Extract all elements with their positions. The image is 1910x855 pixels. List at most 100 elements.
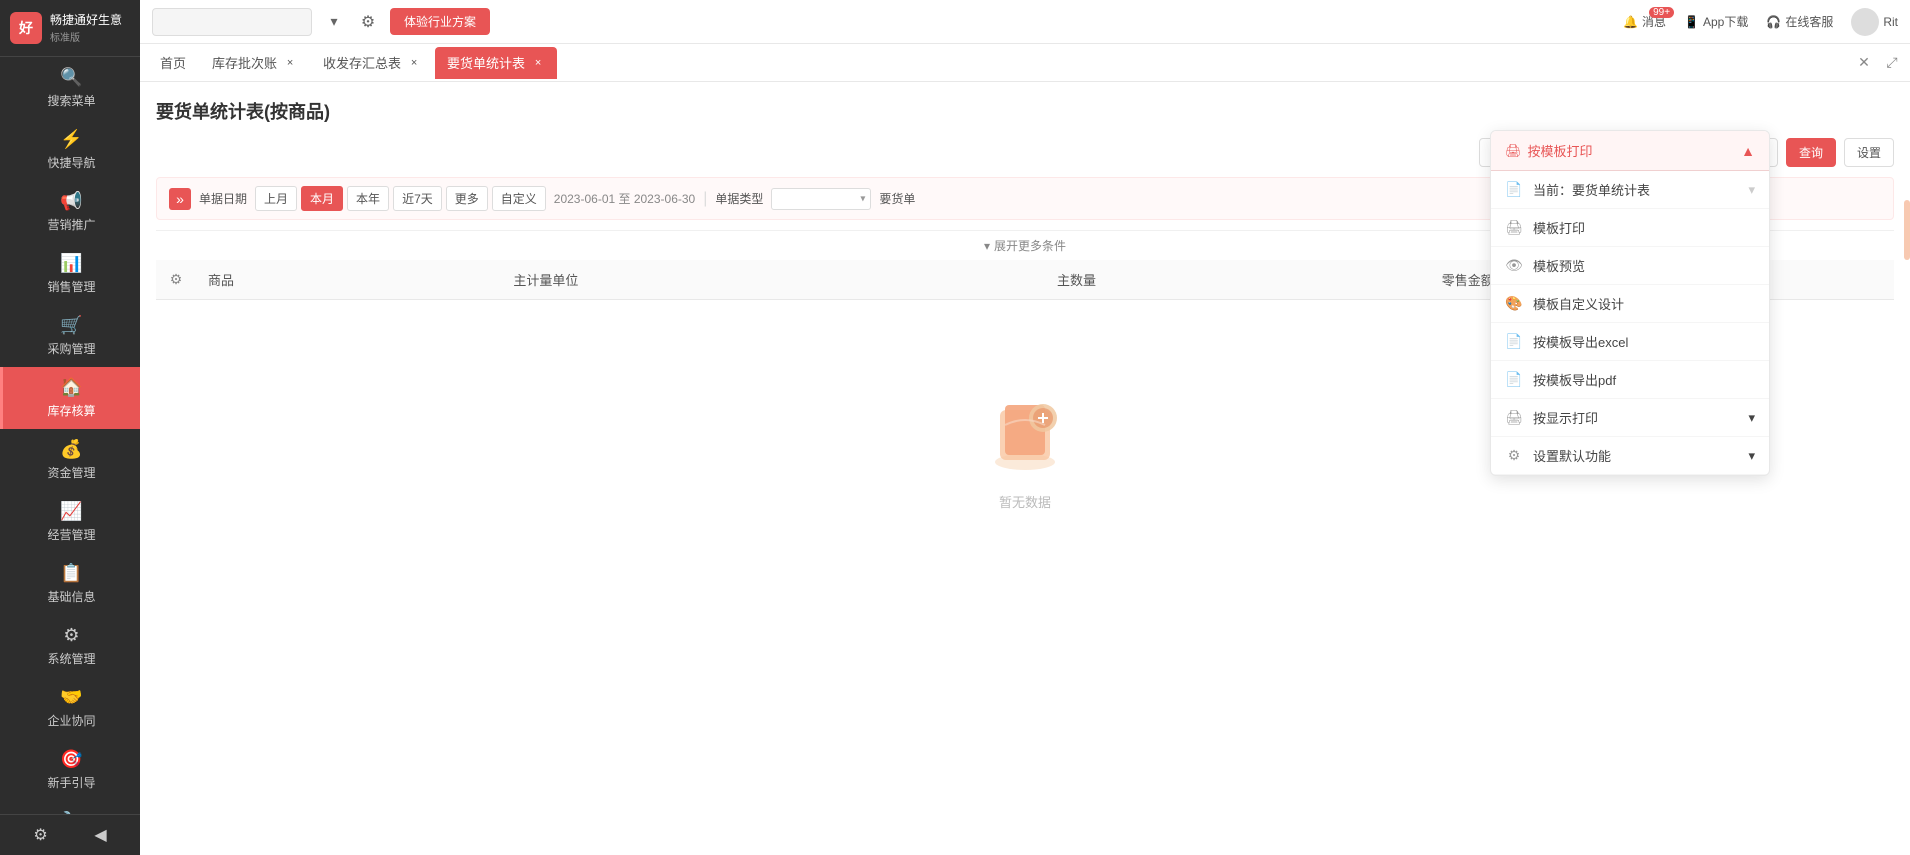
topbar-trial-btn[interactable]: 体验行业方案 bbox=[390, 8, 490, 35]
dropdown-close-btn[interactable]: ▲ bbox=[1741, 143, 1755, 159]
finance-icon: 💰 bbox=[60, 439, 82, 460]
dropdown-print-icon: 🖨 bbox=[1505, 143, 1522, 159]
message-badge: 99+ bbox=[1649, 7, 1674, 18]
print-dropdown-popup: 🖨 按模板打印 ▲ 📄 当前：要货单统计表 ▾ 🖨 模板打印 👁 模板预览 🎨 … bbox=[1490, 130, 1770, 476]
tab-batch-account[interactable]: 库存批次账× bbox=[200, 47, 309, 79]
sidebar-item-enterprise[interactable]: 🤝 企业协同 bbox=[0, 677, 140, 739]
sidebar-item-base[interactable]: 📋 基础信息 bbox=[0, 553, 140, 615]
current-template-label: 当前：要货单统计表 bbox=[1533, 180, 1650, 199]
template-preview-label: 模板预览 bbox=[1533, 256, 1585, 275]
inventory-label: 库存核算 bbox=[47, 402, 95, 419]
right-scrollbar[interactable] bbox=[1904, 200, 1910, 260]
tab-batch-account-close[interactable]: × bbox=[283, 56, 297, 70]
sidebar-item-finance[interactable]: 💰 资金管理 bbox=[0, 429, 140, 491]
sidebar-nav: 🔍 搜索菜单 ⚡ 快捷导航 📢 营销推广 📊 销售管理 🛒 采购管理 🏠 库存核… bbox=[0, 57, 140, 814]
current-template-icon: 📄 bbox=[1505, 181, 1523, 198]
sidebar-collapse-btn[interactable]: ◀ bbox=[94, 825, 106, 845]
date-more-btn[interactable]: 更多 bbox=[446, 186, 488, 211]
sidebar-item-sales[interactable]: 📊 销售管理 bbox=[0, 243, 140, 305]
sidebar-header: 好 畅捷通好生意 标准版 bbox=[0, 0, 140, 57]
tab-income-summary-close[interactable]: × bbox=[407, 56, 421, 70]
date-this-year-btn[interactable]: 本年 bbox=[347, 186, 389, 211]
template-design-label: 模板自定义设计 bbox=[1533, 294, 1624, 313]
app-download-icon: 📱 bbox=[1684, 15, 1699, 29]
table-col-unit: 主计量单位 bbox=[501, 260, 1045, 300]
dropdown-current-template[interactable]: 📄 当前：要货单统计表 ▾ bbox=[1491, 171, 1769, 209]
set-default-arrow: ▾ bbox=[1748, 448, 1755, 464]
order-type-select[interactable] bbox=[771, 188, 871, 210]
date-filter-label: 单据日期 bbox=[199, 190, 247, 207]
filter-divider-1: | bbox=[703, 190, 707, 208]
export-pdf-label: 按模板导出pdf bbox=[1533, 370, 1616, 389]
filter-expand-icon-btn[interactable]: » bbox=[169, 188, 191, 210]
template-print-icon: 🖨 bbox=[1505, 219, 1523, 236]
dropdown-item-export-excel[interactable]: 📄 按模板导出excel bbox=[1491, 323, 1769, 361]
table-header-settings: ⚙ bbox=[156, 260, 196, 300]
app-download-label: App下载 bbox=[1703, 13, 1748, 30]
cargo-order-label: 要货单 bbox=[879, 190, 915, 207]
sidebar-item-appstore[interactable]: 🔧 应用中心 bbox=[0, 801, 140, 814]
tab-window-controls: ✕ ⤢ bbox=[1854, 53, 1902, 73]
dropdown-display-print[interactable]: 🖨 按显示打印 ▾ bbox=[1491, 399, 1769, 437]
enterprise-label: 企业协同 bbox=[47, 712, 95, 729]
topbar-user[interactable]: Rit bbox=[1851, 8, 1898, 36]
dropdown-title: 🖨 按模板打印 bbox=[1505, 141, 1593, 160]
date-this-month-btn[interactable]: 本月 bbox=[301, 186, 343, 211]
tab-income-summary[interactable]: 收发存汇总表× bbox=[311, 47, 433, 79]
topbar-online-service[interactable]: 🎧 在线客服 bbox=[1766, 13, 1833, 30]
settings-btn[interactable]: 设置 bbox=[1844, 138, 1894, 167]
date-custom-btn[interactable]: 自定义 bbox=[492, 186, 546, 211]
topbar-app-download[interactable]: 📱 App下载 bbox=[1684, 13, 1748, 30]
dropdown-title-label: 按模板打印 bbox=[1528, 141, 1593, 160]
tab-home[interactable]: 首页 bbox=[148, 47, 198, 79]
display-print-label: 按显示打印 bbox=[1533, 408, 1598, 427]
sidebar-item-search[interactable]: 🔍 搜索菜单 bbox=[0, 57, 140, 119]
table-settings-icon[interactable]: ⚙ bbox=[170, 271, 183, 287]
finance-label: 资金管理 bbox=[47, 464, 95, 481]
date-last-month-btn[interactable]: 上月 bbox=[255, 186, 297, 211]
sidebar-item-guide[interactable]: 🎯 新手引导 bbox=[0, 739, 140, 801]
tab-order-stats-close[interactable]: × bbox=[531, 56, 545, 70]
tab-expand-btn[interactable]: ⤢ bbox=[1882, 53, 1902, 73]
topbar-message[interactable]: 🔔 消息 99+ bbox=[1623, 13, 1666, 30]
topbar-settings-btn[interactable]: ⚙ bbox=[356, 10, 380, 34]
sidebar-item-quick-nav[interactable]: ⚡ 快捷导航 bbox=[0, 119, 140, 181]
base-icon: 📋 bbox=[60, 563, 82, 584]
quick-nav-label: 快捷导航 bbox=[47, 154, 95, 171]
dropdown-item-template-print[interactable]: 🖨 模板打印 bbox=[1491, 209, 1769, 247]
date-filter-group: 上月 本月 本年 近7天 更多 自定义 bbox=[255, 186, 546, 211]
sidebar-item-inventory[interactable]: 🏠 库存核算 bbox=[0, 367, 140, 429]
app-name: 畅捷通好生意 bbox=[50, 12, 122, 29]
sidebar-item-system[interactable]: ⚙ 系统管理 bbox=[0, 615, 140, 677]
sidebar-item-purchase[interactable]: 🛒 采购管理 bbox=[0, 305, 140, 367]
dropdown-item-export-pdf[interactable]: 📄 按模板导出pdf bbox=[1491, 361, 1769, 399]
expand-more-label: 展开更多条件 bbox=[994, 237, 1066, 254]
set-default-label: 设置默认功能 bbox=[1533, 446, 1611, 465]
sidebar-item-operations[interactable]: 📈 经营管理 bbox=[0, 491, 140, 553]
sidebar-footer: ⚙ ◀ bbox=[0, 814, 140, 855]
guide-label: 新手引导 bbox=[47, 774, 95, 791]
query-btn[interactable]: 查询 bbox=[1786, 138, 1836, 167]
dropdown-set-default[interactable]: ⚙ 设置默认功能 ▾ bbox=[1491, 437, 1769, 475]
empty-illustration bbox=[975, 380, 1075, 480]
tab-order-stats[interactable]: 要货单统计表× bbox=[435, 47, 557, 79]
topbar-right: 🔔 消息 99+ 📱 App下载 🎧 在线客服 Rit bbox=[1623, 8, 1898, 36]
tab-bar: 首页库存批次账×收发存汇总表×要货单统计表× ✕ ⤢ bbox=[140, 44, 1910, 82]
sidebar-item-marketing[interactable]: 📢 营销推广 bbox=[0, 181, 140, 243]
quick-nav-icon: ⚡ bbox=[60, 129, 82, 150]
topbar-search-input[interactable] bbox=[152, 8, 312, 36]
table-col-product: 商品 bbox=[196, 260, 501, 300]
dropdown-item-template-design[interactable]: 🎨 模板自定义设计 bbox=[1491, 285, 1769, 323]
template-design-icon: 🎨 bbox=[1505, 295, 1523, 312]
marketing-icon: 📢 bbox=[60, 191, 82, 212]
export-pdf-icon: 📄 bbox=[1505, 371, 1523, 388]
dropdown-item-template-preview[interactable]: 👁 模板预览 bbox=[1491, 247, 1769, 285]
date-7days-btn[interactable]: 近7天 bbox=[393, 186, 442, 211]
sales-icon: 📊 bbox=[60, 253, 82, 274]
topbar-dropdown-btn[interactable]: ▾ bbox=[322, 10, 346, 34]
sidebar-settings-btn[interactable]: ⚙ bbox=[33, 825, 47, 845]
purchase-label: 采购管理 bbox=[47, 340, 95, 357]
tab-minimize-btn[interactable]: ✕ bbox=[1854, 53, 1874, 73]
logo-icon: 好 bbox=[19, 18, 33, 38]
current-template-arrow: ▾ bbox=[1748, 182, 1755, 198]
